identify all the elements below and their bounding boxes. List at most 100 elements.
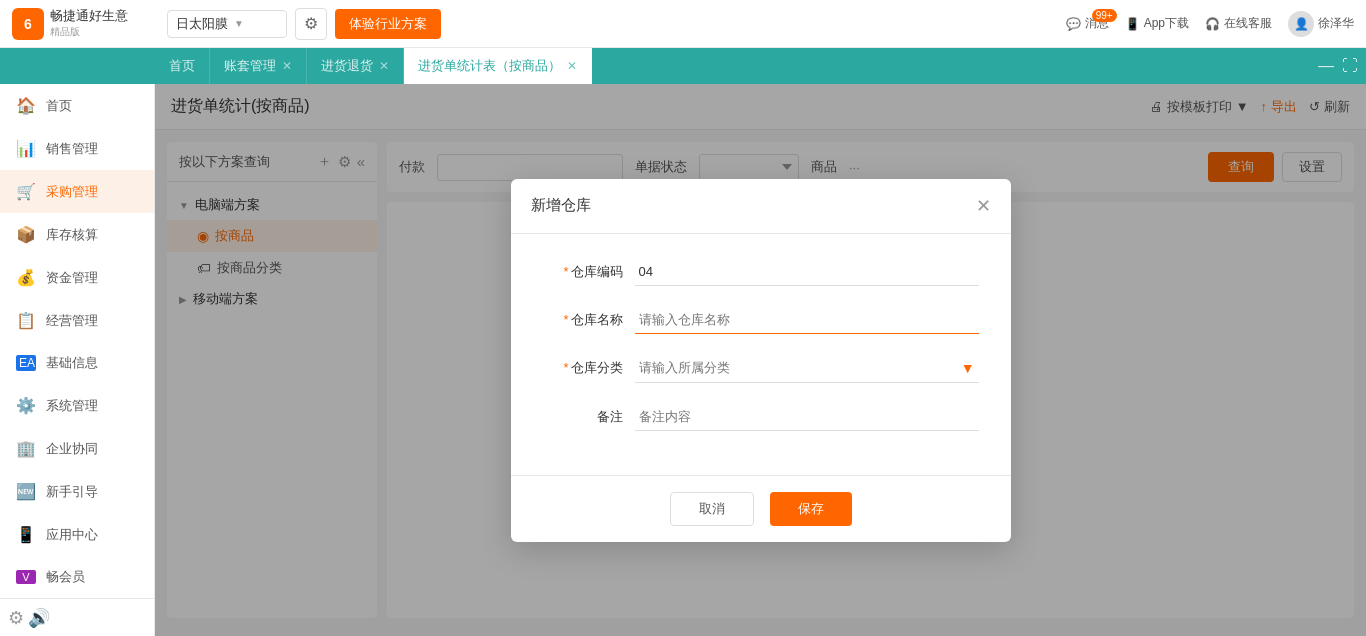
sidebar-item-guide[interactable]: 🆕 新手引导 — [0, 470, 154, 513]
tab-home-label: 首页 — [169, 57, 195, 75]
sidebar-basic-info-label: 基础信息 — [46, 354, 98, 372]
logo-sub: 精品版 — [50, 25, 128, 39]
name-input[interactable] — [635, 306, 979, 334]
operations-icon: 📋 — [16, 311, 36, 330]
store-arrow-icon: ▼ — [234, 18, 244, 29]
note-input[interactable] — [635, 403, 979, 431]
modal-overlay[interactable]: 新增仓库 ✕ 仓库编码 仓库名称 仓库分类 — [155, 84, 1366, 636]
dialog-body: 仓库编码 仓库名称 仓库分类 ▼ — [511, 234, 1011, 475]
tab-minimize-icon[interactable]: — — [1318, 57, 1334, 75]
cancel-button[interactable]: 取消 — [670, 492, 754, 526]
app-icon: 📱 — [1125, 17, 1140, 31]
dialog-title: 新增仓库 — [531, 196, 591, 215]
tab-returns-close[interactable]: ✕ — [379, 59, 389, 73]
sidebar-purchase-label: 采购管理 — [46, 183, 98, 201]
content-area: 进货单统计(按商品) 🖨 按模板打印 ▼ ↑ 导出 ↺ 刷新 — [155, 84, 1366, 636]
sidebar-apps-label: 应用中心 — [46, 526, 98, 544]
name-label: 仓库名称 — [543, 311, 623, 329]
tab-purchase-stats[interactable]: 进货单统计表（按商品） ✕ — [404, 48, 592, 84]
tab-accounts-label: 账套管理 — [224, 57, 276, 75]
sidebar: 🏠 首页 📊 销售管理 🛒 采购管理 📦 库存核算 💰 资金管理 📋 经营管理 … — [0, 84, 155, 636]
form-row-code: 仓库编码 — [543, 258, 979, 286]
inventory-icon: 📦 — [16, 225, 36, 244]
tab-returns-label: 进货退货 — [321, 57, 373, 75]
top-bar: 6 畅捷通好生意 精品版 日太阳膜 ▼ ⚙ 体验行业方案 💬 消息 99+ 📱 … — [0, 0, 1366, 48]
category-select[interactable]: ▼ — [635, 354, 979, 383]
avatar: 👤 — [1288, 11, 1314, 37]
volume-icon[interactable]: 🔊 — [28, 607, 50, 629]
service-label: 在线客服 — [1224, 15, 1272, 32]
enterprise-icon: 🏢 — [16, 439, 36, 458]
dialog-header: 新增仓库 ✕ — [511, 179, 1011, 234]
form-row-note: 备注 — [543, 403, 979, 431]
apps-icon: 📱 — [16, 525, 36, 544]
top-center: 日太阳膜 ▼ ⚙ 体验行业方案 — [167, 8, 1066, 40]
service-icon: 🎧 — [1205, 17, 1220, 31]
finance-icon: 💰 — [16, 268, 36, 287]
tab-accounts[interactable]: 账套管理 ✕ — [210, 48, 307, 84]
tab-expand-icon[interactable]: ⛶ — [1342, 57, 1358, 75]
tab-purchase-stats-label: 进货单统计表（按商品） — [418, 57, 561, 75]
sidebar-sales-label: 销售管理 — [46, 140, 98, 158]
tab-bar: 首页 账套管理 ✕ 进货退货 ✕ 进货单统计表（按商品） ✕ — ⛶ — [0, 48, 1366, 84]
dialog-footer: 取消 保存 — [511, 475, 1011, 542]
note-label: 备注 — [543, 408, 623, 426]
app-download-label: App下载 — [1144, 15, 1189, 32]
sidebar-item-inventory[interactable]: 📦 库存核算 — [0, 213, 154, 256]
sidebar-item-purchase[interactable]: 🛒 采购管理 — [0, 170, 154, 213]
app-download-item[interactable]: 📱 App下载 — [1125, 15, 1189, 32]
category-input[interactable] — [639, 360, 961, 375]
sidebar-home-label: 首页 — [46, 97, 72, 115]
sidebar-item-home[interactable]: 🏠 首页 — [0, 84, 154, 127]
sidebar-inventory-label: 库存核算 — [46, 226, 98, 244]
sidebar-item-operations[interactable]: 📋 经营管理 — [0, 299, 154, 342]
dialog-close-button[interactable]: ✕ — [976, 195, 991, 217]
user-item[interactable]: 👤 徐泽华 — [1288, 11, 1354, 37]
main-layout: 🏠 首页 📊 销售管理 🛒 采购管理 📦 库存核算 💰 资金管理 📋 经营管理 … — [0, 84, 1366, 636]
sidebar-item-basic-info[interactable]: EA 基础信息 — [0, 342, 154, 384]
sidebar-item-apps[interactable]: 📱 应用中心 — [0, 513, 154, 556]
top-right: 💬 消息 99+ 📱 App下载 🎧 在线客服 👤 徐泽华 — [1066, 11, 1354, 37]
sidebar-item-system[interactable]: ⚙️ 系统管理 — [0, 384, 154, 427]
sidebar-item-sales[interactable]: 📊 销售管理 — [0, 127, 154, 170]
tab-home[interactable]: 首页 — [155, 48, 210, 84]
new-warehouse-dialog: 新增仓库 ✕ 仓库编码 仓库名称 仓库分类 — [511, 179, 1011, 542]
category-arrow-icon: ▼ — [961, 360, 975, 376]
home-icon: 🏠 — [16, 96, 36, 115]
sidebar-system-label: 系统管理 — [46, 397, 98, 415]
category-label: 仓库分类 — [543, 359, 623, 377]
trial-button[interactable]: 体验行业方案 — [335, 9, 441, 39]
sidebar-item-finance[interactable]: 💰 资金管理 — [0, 256, 154, 299]
settings-icon[interactable]: ⚙ — [295, 8, 327, 40]
code-label: 仓库编码 — [543, 263, 623, 281]
logo-text: 畅捷通好生意 — [50, 8, 128, 25]
sidebar-enterprise-label: 企业协同 — [46, 440, 98, 458]
message-icon: 💬 — [1066, 17, 1081, 31]
settings-bottom-icon[interactable]: ⚙ — [8, 607, 24, 629]
sidebar-bottom: ⚙ 🔊 — [0, 598, 154, 636]
tab-purchase-stats-close[interactable]: ✕ — [567, 59, 577, 73]
online-service-item[interactable]: 🎧 在线客服 — [1205, 15, 1272, 32]
store-name: 日太阳膜 — [176, 15, 228, 33]
messages-item[interactable]: 💬 消息 99+ — [1066, 15, 1109, 32]
form-row-category: 仓库分类 ▼ — [543, 354, 979, 383]
guide-icon: 🆕 — [16, 482, 36, 501]
tab-accounts-close[interactable]: ✕ — [282, 59, 292, 73]
tab-actions: — ⛶ — [1318, 57, 1366, 75]
logo-area: 6 畅捷通好生意 精品版 — [12, 8, 167, 40]
sidebar-vip-label: 畅会员 — [46, 568, 85, 586]
code-input[interactable] — [635, 258, 979, 286]
sidebar-item-vip[interactable]: V 畅会员 — [0, 556, 154, 598]
sidebar-item-enterprise[interactable]: 🏢 企业协同 — [0, 427, 154, 470]
form-row-name: 仓库名称 — [543, 306, 979, 334]
purchase-icon: 🛒 — [16, 182, 36, 201]
store-selector[interactable]: 日太阳膜 ▼ — [167, 10, 287, 38]
vip-icon: V — [16, 570, 36, 584]
sales-icon: 📊 — [16, 139, 36, 158]
sidebar-operations-label: 经营管理 — [46, 312, 98, 330]
tab-returns[interactable]: 进货退货 ✕ — [307, 48, 404, 84]
basic-info-icon: EA — [16, 355, 36, 371]
sidebar-finance-label: 资金管理 — [46, 269, 98, 287]
message-badge: 99+ — [1092, 9, 1117, 22]
save-button[interactable]: 保存 — [770, 492, 852, 526]
